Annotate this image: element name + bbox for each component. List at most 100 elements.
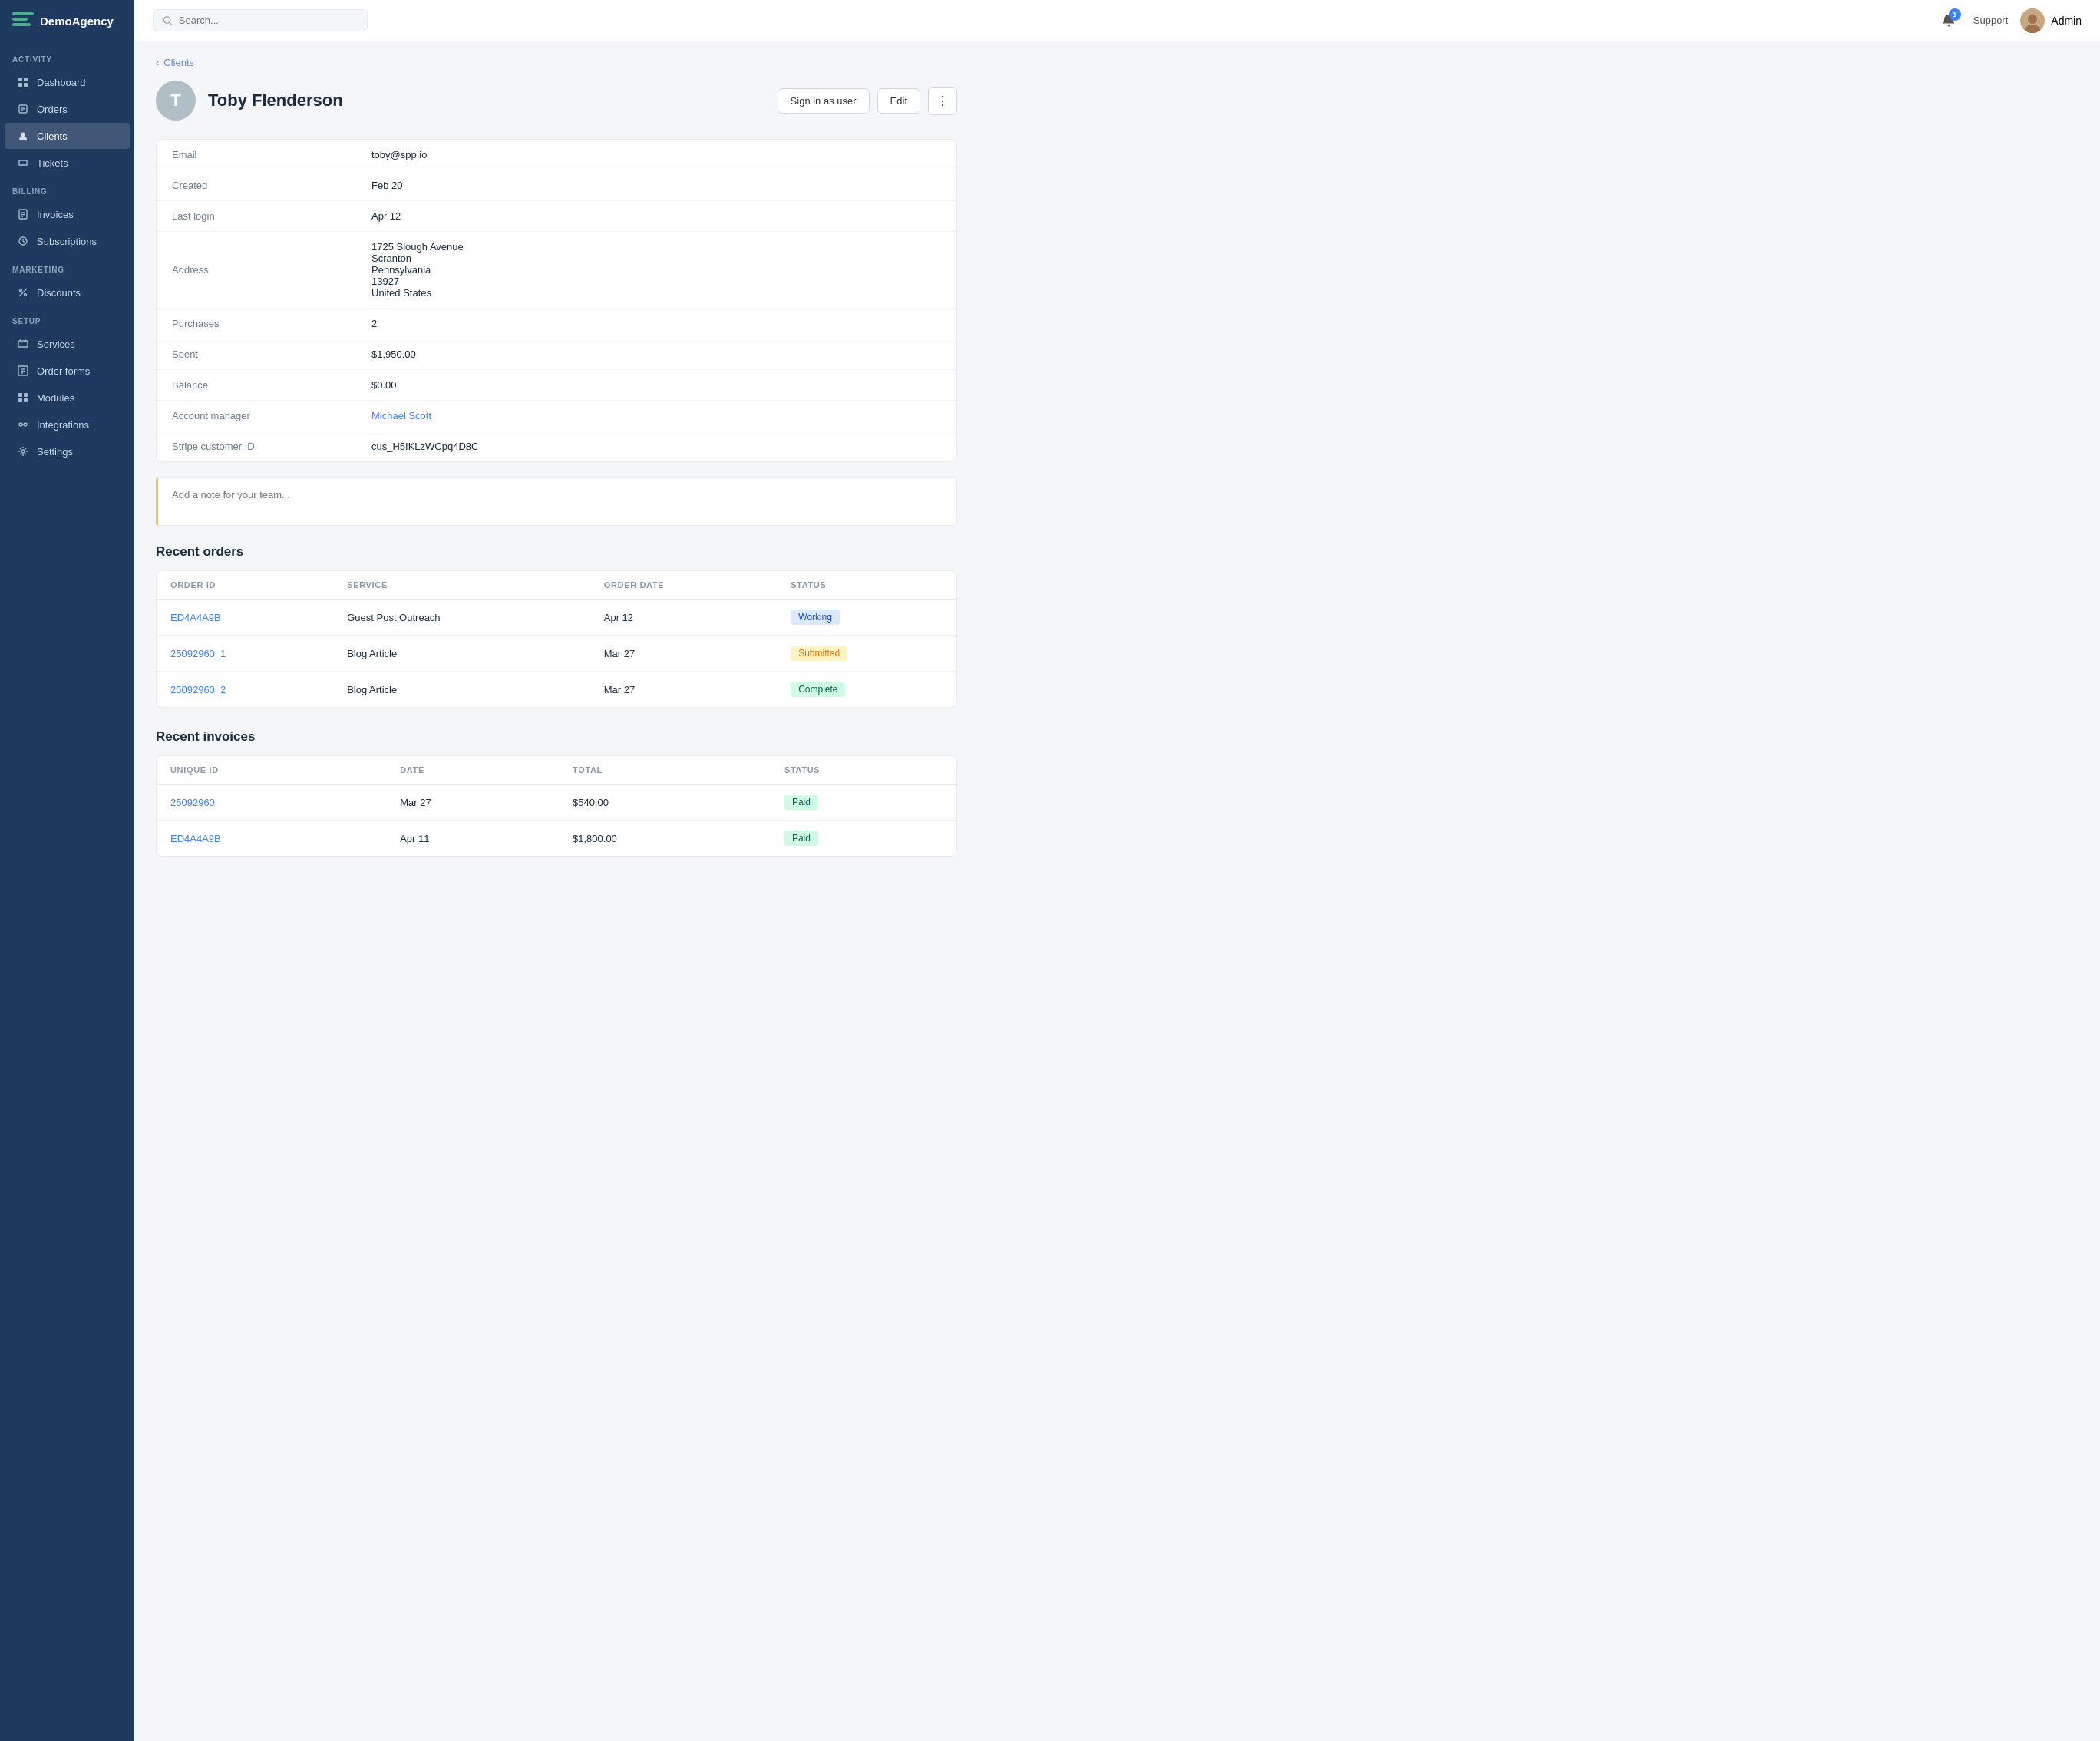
search-box[interactable]: [153, 9, 368, 31]
svg-rect-26: [18, 398, 22, 402]
invoice-id-cell: 25092960: [157, 785, 386, 821]
sidebar-item-clients[interactable]: Clients: [5, 123, 130, 149]
info-value: Michael Scott: [356, 401, 956, 431]
invoices-col-header: DATE: [386, 756, 559, 785]
order-id-link[interactable]: 25092960_2: [170, 684, 226, 695]
sidebar-item-dashboard[interactable]: Dashboard: [5, 69, 130, 95]
info-label: Spent: [157, 339, 356, 370]
sidebar-item-label: Discounts: [37, 287, 81, 299]
brand-logo[interactable]: DemoAgency: [0, 0, 134, 45]
info-row: Balance $0.00: [157, 370, 956, 401]
info-row: Purchases 2: [157, 309, 956, 339]
sidebar-item-label: Integrations: [37, 419, 89, 431]
notifications-button[interactable]: 1: [1937, 8, 1961, 33]
info-label: Email: [157, 140, 356, 170]
orders-col-header: SERVICE: [333, 571, 590, 600]
svg-rect-3: [24, 83, 28, 87]
info-value: $1,950.00: [356, 339, 956, 370]
svg-point-34: [2028, 15, 2037, 24]
sidebar-item-discounts[interactable]: Discounts: [5, 279, 130, 306]
invoice-id-link[interactable]: 25092960: [170, 797, 215, 808]
sidebar-section-marketing: MARKETING: [0, 255, 134, 279]
sidebar-item-tickets[interactable]: Tickets: [5, 150, 130, 176]
order-forms-icon: [17, 365, 29, 377]
client-actions: Sign in as user Edit ⋮: [778, 87, 957, 115]
sidebar-item-modules[interactable]: Modules: [5, 385, 130, 411]
content-area: ‹ Clients T Toby Flenderson Sign in as u…: [134, 41, 2100, 1741]
svg-line-16: [19, 289, 27, 296]
search-input[interactable]: [179, 15, 358, 26]
invoice-status-cell: Paid: [771, 821, 956, 857]
order-id-link[interactable]: 25092960_1: [170, 648, 226, 659]
info-row: Account manager Michael Scott: [157, 401, 956, 431]
orders-icon: [17, 103, 29, 115]
order-status-cell: Submitted: [777, 636, 956, 672]
invoices-col-header: STATUS: [771, 756, 956, 785]
status-badge: Paid: [784, 795, 818, 810]
sidebar-item-settings[interactable]: Settings: [5, 438, 130, 464]
sidebar-item-integrations[interactable]: Integrations: [5, 411, 130, 438]
sidebar-nav: ACTIVITY Dashboard Orders Clients Ticket…: [0, 45, 134, 465]
sidebar-item-label: Subscriptions: [37, 236, 97, 247]
sidebar-section-setup: SETUP: [0, 306, 134, 330]
orders-col-header: ORDER DATE: [590, 571, 777, 600]
sidebar-item-services[interactable]: Services: [5, 331, 130, 357]
status-badge: Paid: [784, 831, 818, 846]
svg-line-33: [170, 22, 172, 25]
sidebar-item-label: Invoices: [37, 209, 74, 220]
client-header: T Toby Flenderson Sign in as user Edit ⋮: [156, 81, 957, 121]
sidebar-item-order-forms[interactable]: Order forms: [5, 358, 130, 384]
invoices-icon: [17, 208, 29, 220]
tickets-icon: [17, 157, 29, 169]
note-input[interactable]: [172, 489, 943, 512]
discounts-icon: [17, 286, 29, 299]
info-row: Created Feb 20: [157, 170, 956, 201]
client-info-card: Email toby@spp.io Created Feb 20 Last lo…: [156, 139, 957, 462]
more-options-button[interactable]: ⋮: [928, 87, 957, 115]
order-status-cell: Working: [777, 600, 956, 636]
account-manager-link[interactable]: Michael Scott: [371, 410, 431, 421]
sidebar-item-label: Tickets: [37, 157, 68, 169]
info-label: Account manager: [157, 401, 356, 431]
svg-point-28: [19, 423, 22, 426]
breadcrumb-parent: Clients: [163, 57, 194, 68]
info-label: Created: [157, 170, 356, 201]
invoice-id-link[interactable]: ED4A4A9B: [170, 833, 221, 844]
status-badge: Working: [791, 610, 840, 625]
info-row: Email toby@spp.io: [157, 140, 956, 170]
svg-point-15: [25, 294, 27, 296]
breadcrumb[interactable]: ‹ Clients: [156, 57, 957, 68]
table-row: 25092960_2 Blog Article Mar 27 Complete: [157, 672, 956, 708]
support-link[interactable]: Support: [1973, 15, 2009, 26]
info-label: Balance: [157, 370, 356, 401]
invoice-status-cell: Paid: [771, 785, 956, 821]
sidebar-section-billing: BILLING: [0, 177, 134, 200]
status-badge: Submitted: [791, 646, 847, 661]
sidebar-item-label: Orders: [37, 104, 68, 115]
sidebar-item-label: Order forms: [37, 365, 90, 377]
sidebar-item-label: Services: [37, 339, 75, 350]
svg-rect-24: [18, 393, 22, 397]
brand-name: DemoAgency: [40, 15, 114, 28]
client-name: Toby Flenderson: [208, 91, 343, 111]
order-id-cell: 25092960_1: [157, 636, 333, 672]
sidebar-item-subscriptions[interactable]: Subscriptions: [5, 228, 130, 254]
sidebar-item-label: Dashboard: [37, 77, 86, 88]
modules-icon: [17, 391, 29, 404]
sidebar-item-orders[interactable]: Orders: [5, 96, 130, 122]
invoice-id-cell: ED4A4A9B: [157, 821, 386, 857]
svg-point-35: [2025, 25, 2040, 33]
svg-point-14: [20, 289, 22, 292]
edit-button[interactable]: Edit: [877, 88, 920, 114]
sign-in-as-user-button[interactable]: Sign in as user: [778, 88, 870, 114]
admin-menu[interactable]: Admin: [2020, 8, 2082, 33]
recent-invoices-table: UNIQUE IDDATETOTALSTATUS 25092960 Mar 27…: [156, 755, 957, 857]
order-id-link[interactable]: ED4A4A9B: [170, 612, 221, 623]
table-row: ED4A4A9B Apr 11 $1,800.00 Paid: [157, 821, 956, 857]
sidebar-item-invoices[interactable]: Invoices: [5, 201, 130, 227]
svg-point-31: [21, 450, 25, 453]
orders-col-header: ORDER ID: [157, 571, 333, 600]
info-value: Apr 12: [356, 201, 956, 232]
info-value: 2: [356, 309, 956, 339]
status-badge: Complete: [791, 682, 845, 697]
